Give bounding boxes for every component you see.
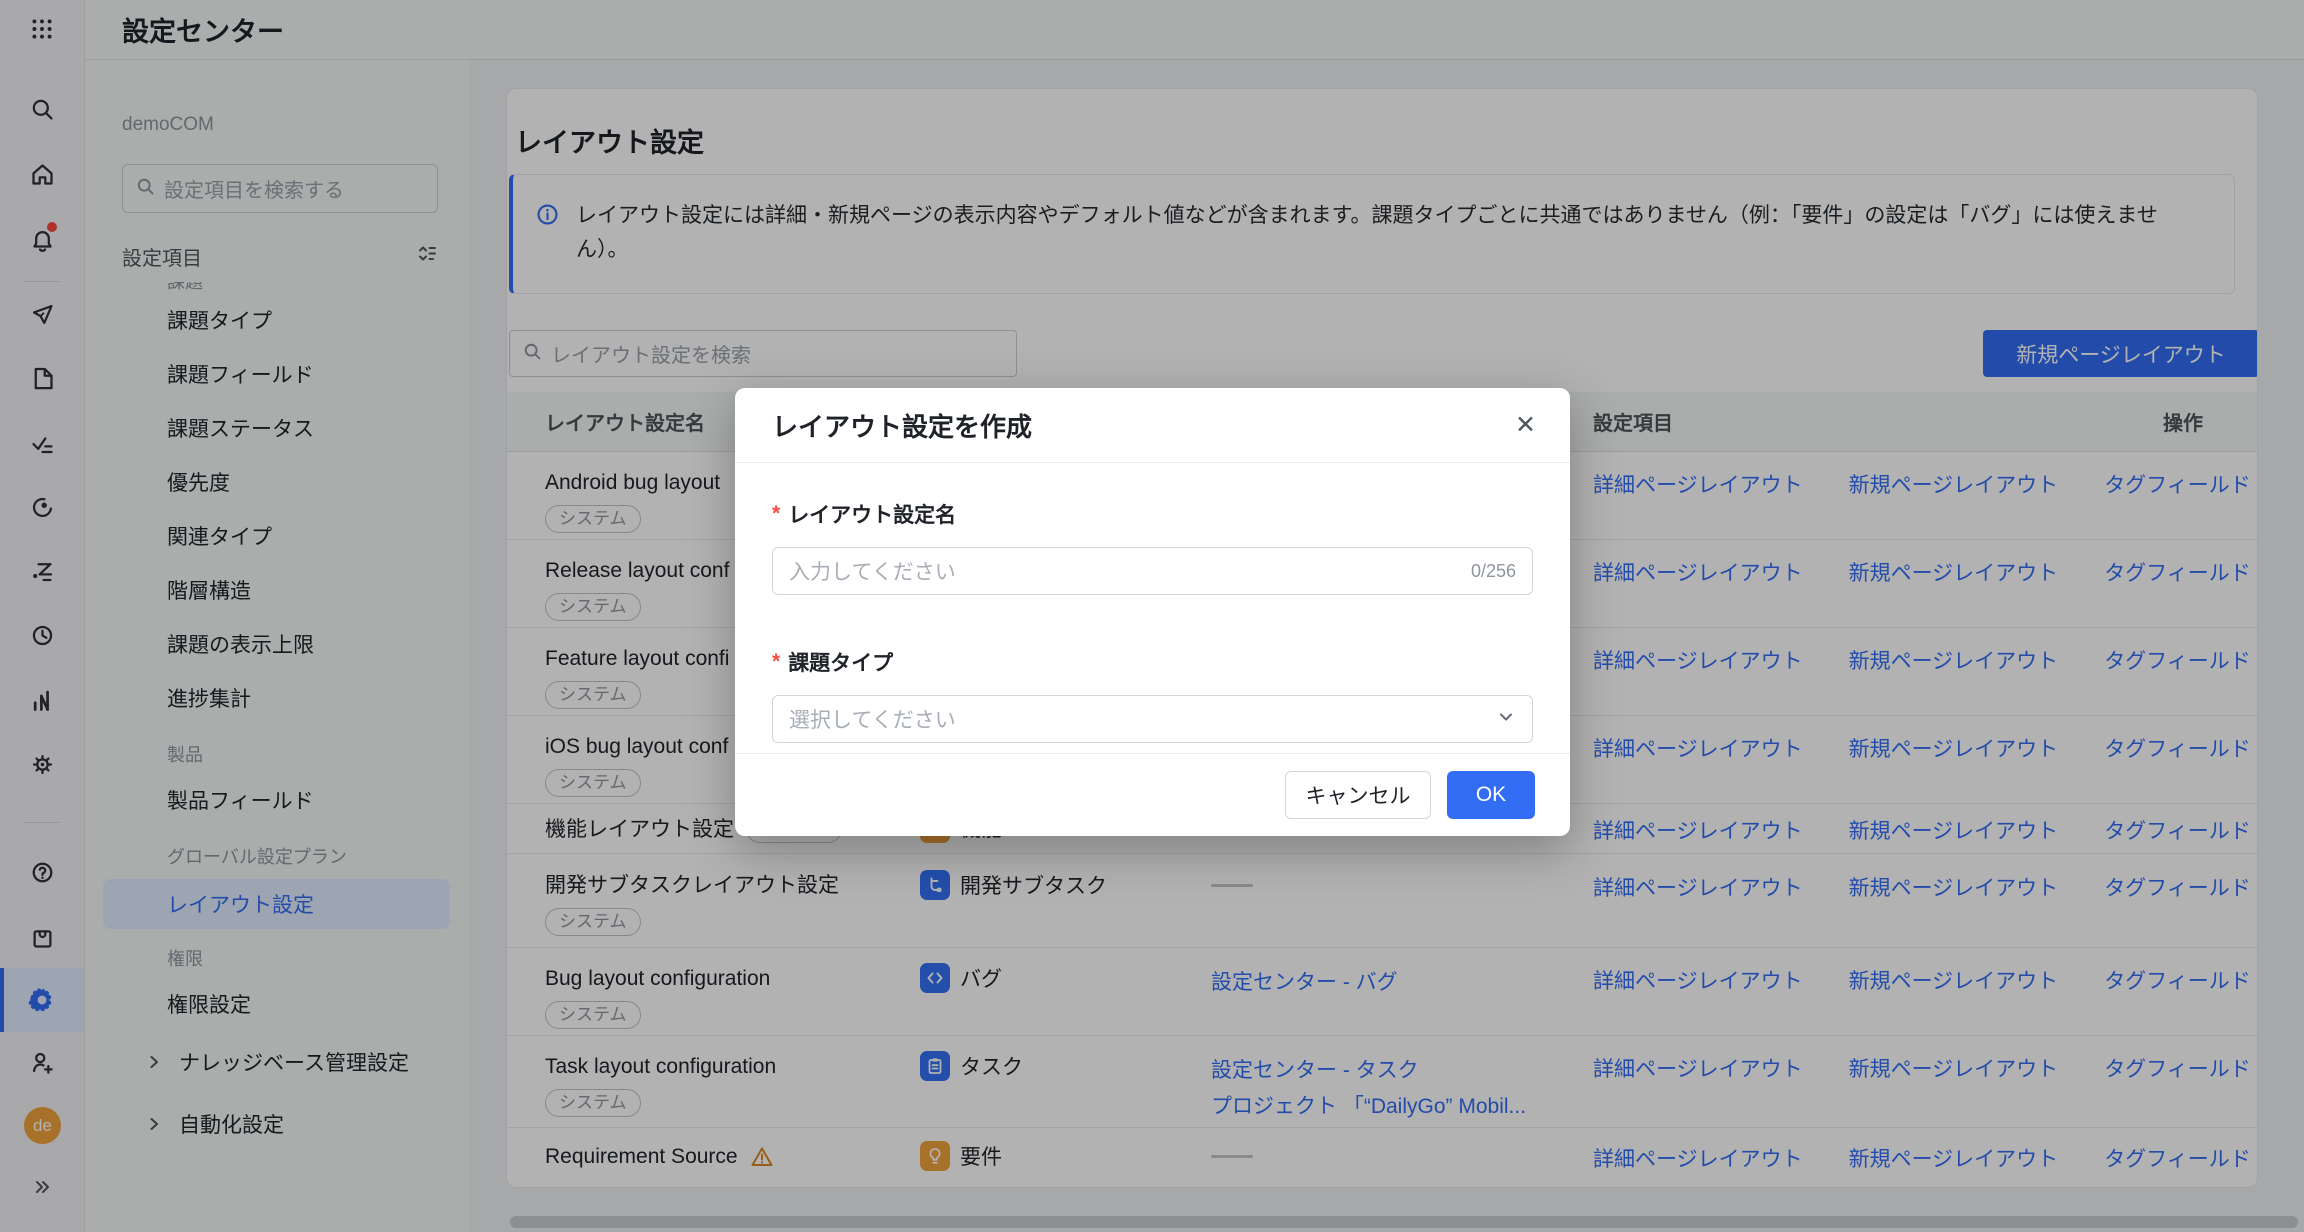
modal-header: レイアウト設定を作成 ✕ [735,388,1570,463]
ok-button[interactable]: OK [1447,771,1535,819]
layout-name-placeholder: 入力してください [789,561,956,584]
issue-type-placeholder: 選択してください [789,709,956,732]
issue-type-label: * 課題タイプ [772,650,894,675]
app-root: de 設定センター demoCOM 設定項目を検索する 設定項目 課題 課題タイ… [0,0,2304,1232]
modal-title: レイアウト設定を作成 [772,411,1033,442]
required-asterisk: * [772,650,781,673]
cancel-button[interactable]: キャンセル [1285,771,1431,819]
layout-name-label: * レイアウト設定名 [772,502,957,527]
required-asterisk: * [772,502,781,525]
layout-name-input[interactable]: 入力してください 0/256 [772,547,1533,595]
chevron-down-icon [1496,707,1516,732]
create-layout-modal: レイアウト設定を作成 ✕ * レイアウト設定名 入力してください 0/256 *… [735,388,1570,836]
modal-footer: キャンセル OK [735,753,1570,836]
close-icon[interactable]: ✕ [1515,412,1536,438]
char-counter: 0/256 [1470,560,1516,581]
issue-type-select[interactable]: 選択してください [772,695,1533,743]
modal-body: * レイアウト設定名 入力してください 0/256 * 課題タイプ 選択してくだ… [735,499,1570,743]
